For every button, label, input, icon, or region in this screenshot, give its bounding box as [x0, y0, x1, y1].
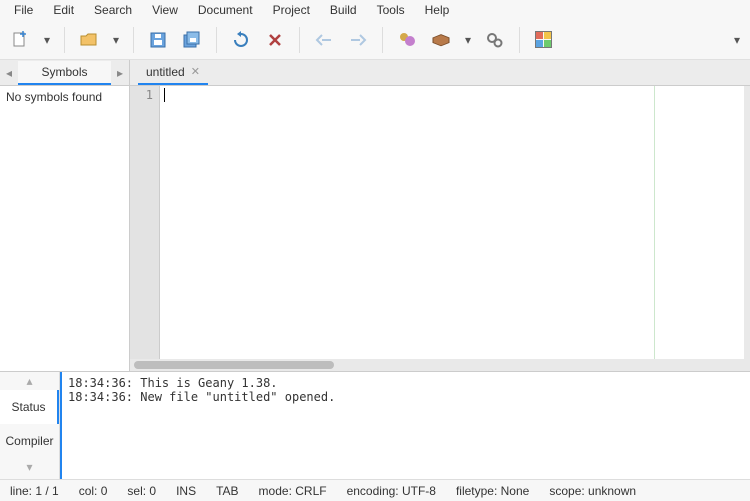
messages-tab-status[interactable]: Status — [0, 390, 59, 424]
new-file-icon — [11, 31, 29, 49]
open-file-button[interactable] — [75, 26, 103, 54]
editor-horizontal-scrollbar[interactable] — [130, 359, 750, 371]
status-col: col: 0 — [79, 484, 108, 498]
menu-project[interactable]: Project — [265, 1, 318, 19]
toolbar: ▾ ▾ ▾ ▾ — [0, 20, 750, 60]
open-folder-icon — [80, 31, 98, 49]
menu-help[interactable]: Help — [417, 1, 458, 19]
text-caret — [164, 88, 165, 102]
editor-tab-label: untitled — [146, 65, 185, 79]
line-gutter: 1 — [130, 86, 160, 359]
editor-tab-bar: untitled ✕ — [130, 60, 750, 86]
save-icon — [149, 31, 167, 49]
menu-search[interactable]: Search — [86, 1, 140, 19]
color-swatch-icon — [535, 31, 553, 49]
messages-scroll-down-icon[interactable]: ▾ — [26, 458, 32, 476]
tab-close-icon[interactable]: ✕ — [191, 65, 200, 78]
menu-document[interactable]: Document — [190, 1, 261, 19]
scrollbar-thumb[interactable] — [134, 361, 334, 369]
editor-tab-untitled[interactable]: untitled ✕ — [138, 61, 208, 85]
save-all-icon — [183, 31, 201, 49]
new-file-dropdown[interactable]: ▾ — [40, 33, 54, 47]
menu-edit[interactable]: Edit — [45, 1, 82, 19]
sidebar-empty-text: No symbols found — [0, 86, 129, 371]
build-brick-icon — [431, 33, 451, 47]
status-scope: scope: unknown — [549, 484, 636, 498]
new-file-button[interactable] — [6, 26, 34, 54]
compile-icon — [398, 31, 416, 49]
close-file-button[interactable] — [261, 26, 289, 54]
code-editor[interactable] — [160, 86, 744, 359]
status-ins: INS — [176, 484, 196, 498]
messages-tab-compiler[interactable]: Compiler — [0, 424, 59, 458]
status-sel: sel: 0 — [127, 484, 156, 498]
menu-file[interactable]: File — [6, 1, 41, 19]
sidebar-next-icon[interactable]: ▸ — [111, 66, 129, 80]
close-icon — [267, 32, 283, 48]
save-all-button[interactable] — [178, 26, 206, 54]
status-tab: TAB — [216, 484, 238, 498]
status-line: line: 1 / 1 — [10, 484, 59, 498]
nav-back-icon — [315, 33, 333, 47]
status-filetype: filetype: None — [456, 484, 529, 498]
save-button[interactable] — [144, 26, 172, 54]
messages-output[interactable]: 18:34:36: This is Geany 1.38. 18:34:36: … — [60, 372, 750, 479]
sidebar-prev-icon[interactable]: ◂ — [0, 66, 18, 80]
sidebar-tab-symbols[interactable]: Symbols — [18, 61, 111, 85]
menu-bar: File Edit Search View Document Project B… — [0, 0, 750, 20]
open-recent-dropdown[interactable]: ▾ — [109, 33, 123, 47]
status-bar: line: 1 / 1 col: 0 sel: 0 INS TAB mode: … — [0, 479, 750, 501]
message-line: 18:34:36: This is Geany 1.38. — [68, 376, 744, 390]
messages-panel: ▴ Status Compiler ▾ 18:34:36: This is Ge… — [0, 371, 750, 479]
nav-forward-button[interactable] — [344, 26, 372, 54]
messages-scroll-up-icon[interactable]: ▴ — [26, 372, 32, 390]
status-encoding: encoding: UTF-8 — [347, 484, 436, 498]
nav-back-button[interactable] — [310, 26, 338, 54]
menu-tools[interactable]: Tools — [369, 1, 413, 19]
reload-button[interactable] — [227, 26, 255, 54]
status-mode: mode: CRLF — [259, 484, 327, 498]
execute-button[interactable] — [481, 26, 509, 54]
compile-button[interactable] — [393, 26, 421, 54]
nav-forward-icon — [349, 33, 367, 47]
build-dropdown[interactable]: ▾ — [461, 33, 475, 47]
menu-view[interactable]: View — [144, 1, 186, 19]
build-button[interactable] — [427, 26, 455, 54]
menu-build[interactable]: Build — [322, 1, 365, 19]
toolbar-overflow[interactable]: ▾ — [730, 33, 744, 47]
reload-icon — [232, 31, 250, 49]
line-number: 1 — [130, 88, 153, 102]
long-line-marker — [654, 86, 655, 359]
color-chooser-button[interactable] — [530, 26, 558, 54]
sidebar: ◂ Symbols ▸ No symbols found — [0, 60, 130, 371]
gears-icon — [486, 31, 504, 49]
message-line: 18:34:36: New file "untitled" opened. — [68, 390, 744, 404]
